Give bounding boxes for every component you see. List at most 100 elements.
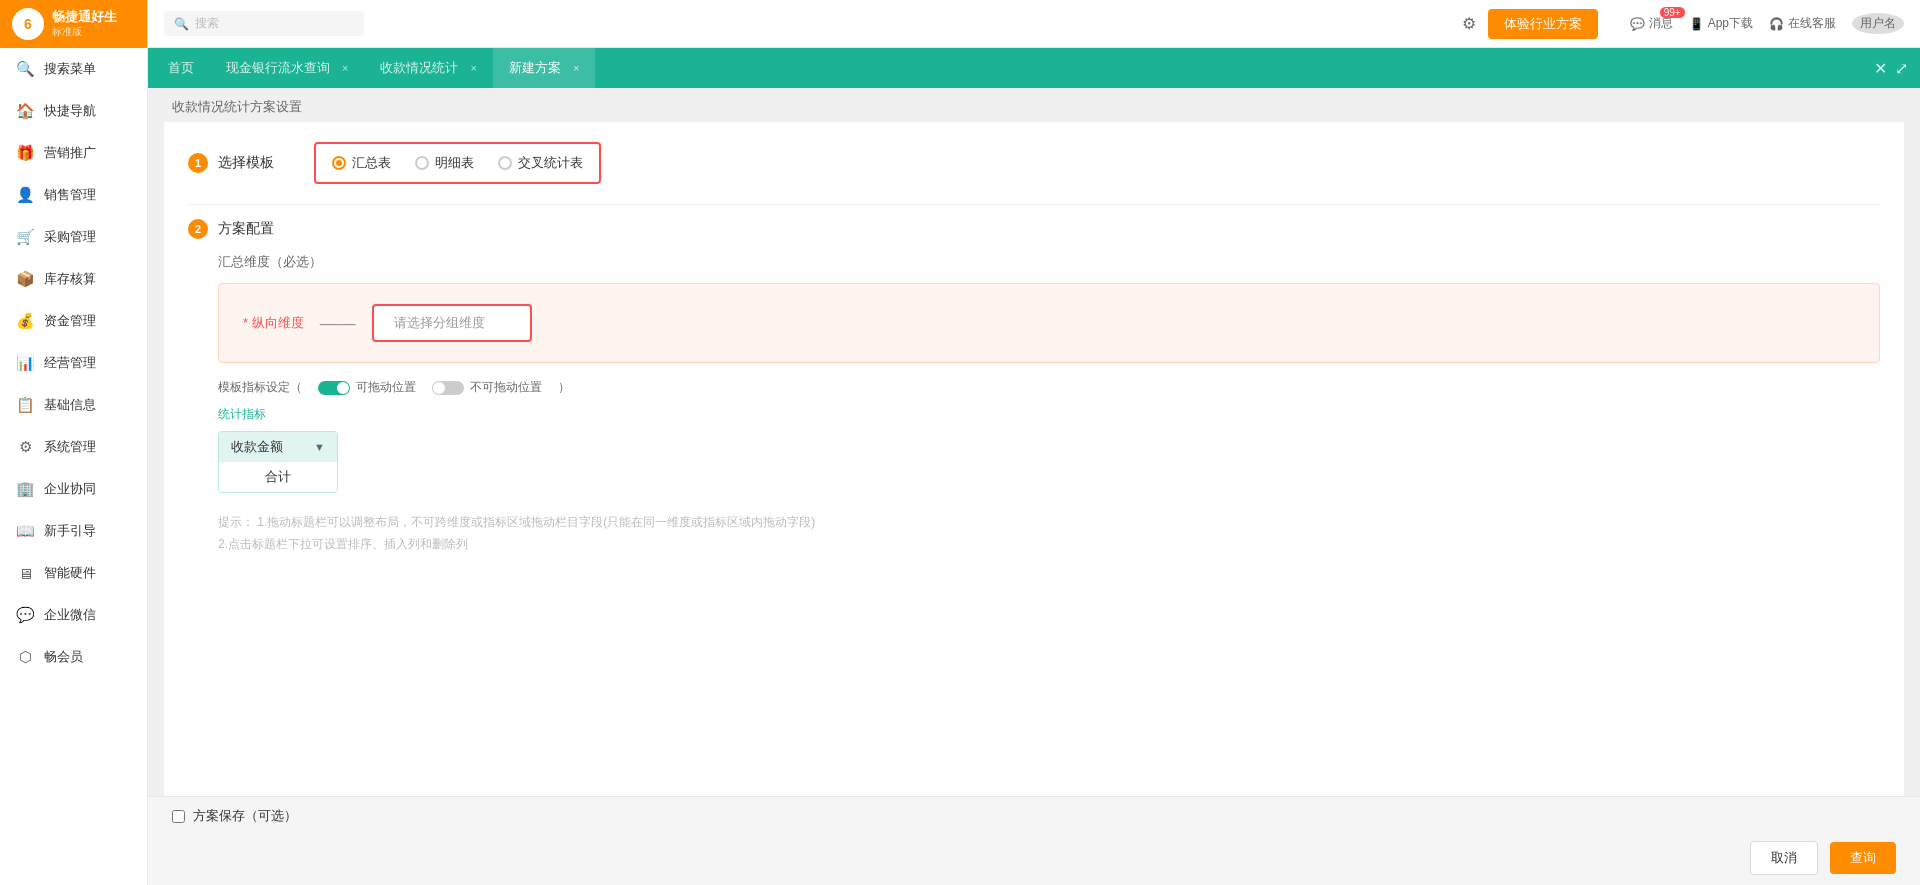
sidebar-item-enterprise[interactable]: 🏢 企业协同 xyxy=(0,468,147,510)
sidebar-label-marketing: 营销推广 xyxy=(44,144,131,162)
newbie-icon: 📖 xyxy=(16,522,34,540)
cancel-button[interactable]: 取消 xyxy=(1750,841,1818,875)
sidebar-item-finance[interactable]: 💰 资金管理 xyxy=(0,300,147,342)
sales-icon: 👤 xyxy=(16,186,34,204)
sidebar-item-member[interactable]: ⬡ 畅会员 xyxy=(0,636,147,678)
tip-2: 2.点击标题栏下拉可设置排序、插入列和删除列 xyxy=(218,534,1880,556)
weixin-icon: 💬 xyxy=(16,606,34,624)
indicator-hint: 模板指标设定（ 可拖动位置 不可拖动位置 ） xyxy=(218,379,1880,396)
sidebar-item-purchase[interactable]: 🛒 采购管理 xyxy=(0,216,147,258)
sidebar-item-basic-info[interactable]: 📋 基础信息 xyxy=(0,384,147,426)
service-icon: 🎧 xyxy=(1769,17,1784,31)
hint-label: 模板指标设定（ xyxy=(218,379,302,396)
user-avatar[interactable]: 用户名 xyxy=(1852,13,1904,34)
save-label[interactable]: 方案保存（可选） xyxy=(193,807,297,825)
page-footer: 方案保存（可选） 取消 查询 xyxy=(148,796,1920,885)
sidebar-item-sales[interactable]: 👤 销售管理 xyxy=(0,174,147,216)
sidebar-label-newbie: 新手引导 xyxy=(44,522,131,540)
template-option-cross[interactable]: 交叉统计表 xyxy=(498,154,583,172)
radio-cross[interactable] xyxy=(498,156,512,170)
sidebar-item-quick-nav[interactable]: 🏠 快捷导航 xyxy=(0,90,147,132)
nondraggable-toggle xyxy=(432,381,464,395)
radio-summary[interactable] xyxy=(332,156,346,170)
online-service-label: 在线客服 xyxy=(1788,15,1836,32)
template-option-summary[interactable]: 汇总表 xyxy=(332,154,391,172)
top-header: 🔍 搜索 ⚙ 体验行业方案 💬 消息 99+ 📱 App下载 🎧 在线客服 用户… xyxy=(148,0,1920,48)
dimension-row: * 纵向维度 —— 请选择分组维度 xyxy=(243,304,1855,342)
radio-cross-label: 交叉统计表 xyxy=(518,154,583,172)
sidebar-item-weixin[interactable]: 💬 企业微信 xyxy=(0,594,147,636)
tip-1: 提示： 1.拖动标题栏可以调整布局，不可跨维度或指标区域拖动栏目字段(只能在同一… xyxy=(218,512,1880,534)
message-button[interactable]: 💬 消息 99+ xyxy=(1630,15,1673,32)
indicator-header[interactable]: 收款金额 ▼ xyxy=(219,432,337,462)
save-checkbox[interactable] xyxy=(172,810,185,823)
step2-num: 2 xyxy=(188,219,208,239)
indicator-dropdown-arrow[interactable]: ▼ xyxy=(314,441,325,453)
step1-section: 1 选择模板 汇总表 明细表 交叉统计表 xyxy=(188,142,1880,184)
tab-new-plan[interactable]: 新建方案 × xyxy=(493,48,595,88)
dimension-placeholder: 请选择分组维度 xyxy=(394,315,485,330)
sidebar-label-enterprise: 企业协同 xyxy=(44,480,131,498)
logo-sub: 标准版 xyxy=(52,25,117,39)
radio-summary-label: 汇总表 xyxy=(352,154,391,172)
online-service-button[interactable]: 🎧 在线客服 xyxy=(1769,15,1836,32)
sidebar-item-smart-hw[interactable]: 🖥 智能硬件 xyxy=(0,552,147,594)
sidebar-label-quick-nav: 快捷导航 xyxy=(44,102,131,120)
divider1 xyxy=(188,204,1880,205)
step1-num: 1 xyxy=(188,153,208,173)
inventory-icon: 📦 xyxy=(16,270,34,288)
sidebar-item-search-menu[interactable]: 🔍 搜索菜单 xyxy=(0,48,147,90)
header-search-box[interactable]: 🔍 搜索 xyxy=(164,11,364,36)
sidebar-item-operation[interactable]: 📊 经营管理 xyxy=(0,342,147,384)
sidebar-item-newbie[interactable]: 📖 新手引导 xyxy=(0,510,147,552)
indicator-section: 模板指标设定（ 可拖动位置 不可拖动位置 ） 统计指标 xyxy=(218,379,1880,496)
sidebar-label-member: 畅会员 xyxy=(44,648,131,666)
sidebar-item-system[interactable]: ⚙ 系统管理 xyxy=(0,426,147,468)
tab-bank-flow-label: 现金银行流水查询 xyxy=(226,59,330,77)
hint-close: ） xyxy=(558,379,570,396)
tab-expand-button[interactable]: ⤢ xyxy=(1895,59,1908,78)
step2-section: 2 方案配置 汇总维度（必选） * 纵向维度 —— 请选择分组维度 xyxy=(188,219,1880,555)
search-icon: 🔍 xyxy=(174,17,189,31)
dimension-title: 汇总维度（必选） xyxy=(218,253,1880,271)
trial-button[interactable]: 体验行业方案 xyxy=(1488,9,1598,39)
sidebar-label-basic-info: 基础信息 xyxy=(44,396,131,414)
finance-icon: 💰 xyxy=(16,312,34,330)
tab-bank-flow[interactable]: 现金银行流水查询 × xyxy=(210,48,364,88)
enterprise-icon: 🏢 xyxy=(16,480,34,498)
tab-new-plan-close[interactable]: × xyxy=(573,62,579,74)
sidebar-label-inventory: 库存核算 xyxy=(44,270,131,288)
template-option-detail[interactable]: 明细表 xyxy=(415,154,474,172)
dimension-select[interactable]: 请选择分组维度 xyxy=(372,304,532,342)
vertical-dim-label: * 纵向维度 xyxy=(243,314,304,332)
step2-header: 2 方案配置 xyxy=(188,219,1880,239)
sidebar-label-search-menu: 搜索菜单 xyxy=(44,60,131,78)
sidebar-label-sales: 销售管理 xyxy=(44,186,131,204)
message-badge: 99+ xyxy=(1660,7,1685,18)
sidebar: 6 畅捷通好生 标准版 🔍 搜索菜单 🏠 快捷导航 🎁 营销推广 👤 销售管理 … xyxy=(0,0,148,885)
footer-actions: 取消 查询 xyxy=(148,831,1920,885)
sidebar-logo: 6 畅捷通好生 标准版 xyxy=(0,0,147,48)
tab-close-all-button[interactable]: ✕ xyxy=(1874,59,1887,78)
tab-home-label: 首页 xyxy=(168,59,194,77)
member-icon: ⬡ xyxy=(16,648,34,666)
page-breadcrumb: 收款情况统计方案设置 xyxy=(148,88,1920,122)
sidebar-item-marketing[interactable]: 🎁 营销推广 xyxy=(0,132,147,174)
save-option: 方案保存（可选） xyxy=(148,797,1920,831)
basic-info-icon: 📋 xyxy=(16,396,34,414)
tab-receipt-stats[interactable]: 收款情况统计 × xyxy=(364,48,492,88)
sidebar-item-inventory[interactable]: 📦 库存核算 xyxy=(0,258,147,300)
app-download-button[interactable]: 📱 App下载 xyxy=(1689,15,1753,32)
smart-hw-icon: 🖥 xyxy=(16,564,34,582)
header-actions: ⚙ 体验行业方案 xyxy=(1462,9,1598,39)
page-content: 1 选择模板 汇总表 明细表 交叉统计表 xyxy=(164,122,1904,796)
query-button[interactable]: 查询 xyxy=(1830,842,1896,874)
tab-home[interactable]: 首页 xyxy=(152,48,210,88)
tab-receipt-stats-close[interactable]: × xyxy=(470,62,476,74)
tab-bank-flow-close[interactable]: × xyxy=(342,62,348,74)
radio-detail[interactable] xyxy=(415,156,429,170)
gear-button[interactable]: ⚙ xyxy=(1462,14,1476,33)
draggable-toggle xyxy=(318,381,350,395)
search-placeholder-text: 搜索 xyxy=(195,15,219,32)
main-area: 🔍 搜索 ⚙ 体验行业方案 💬 消息 99+ 📱 App下载 🎧 在线客服 用户… xyxy=(148,0,1920,885)
